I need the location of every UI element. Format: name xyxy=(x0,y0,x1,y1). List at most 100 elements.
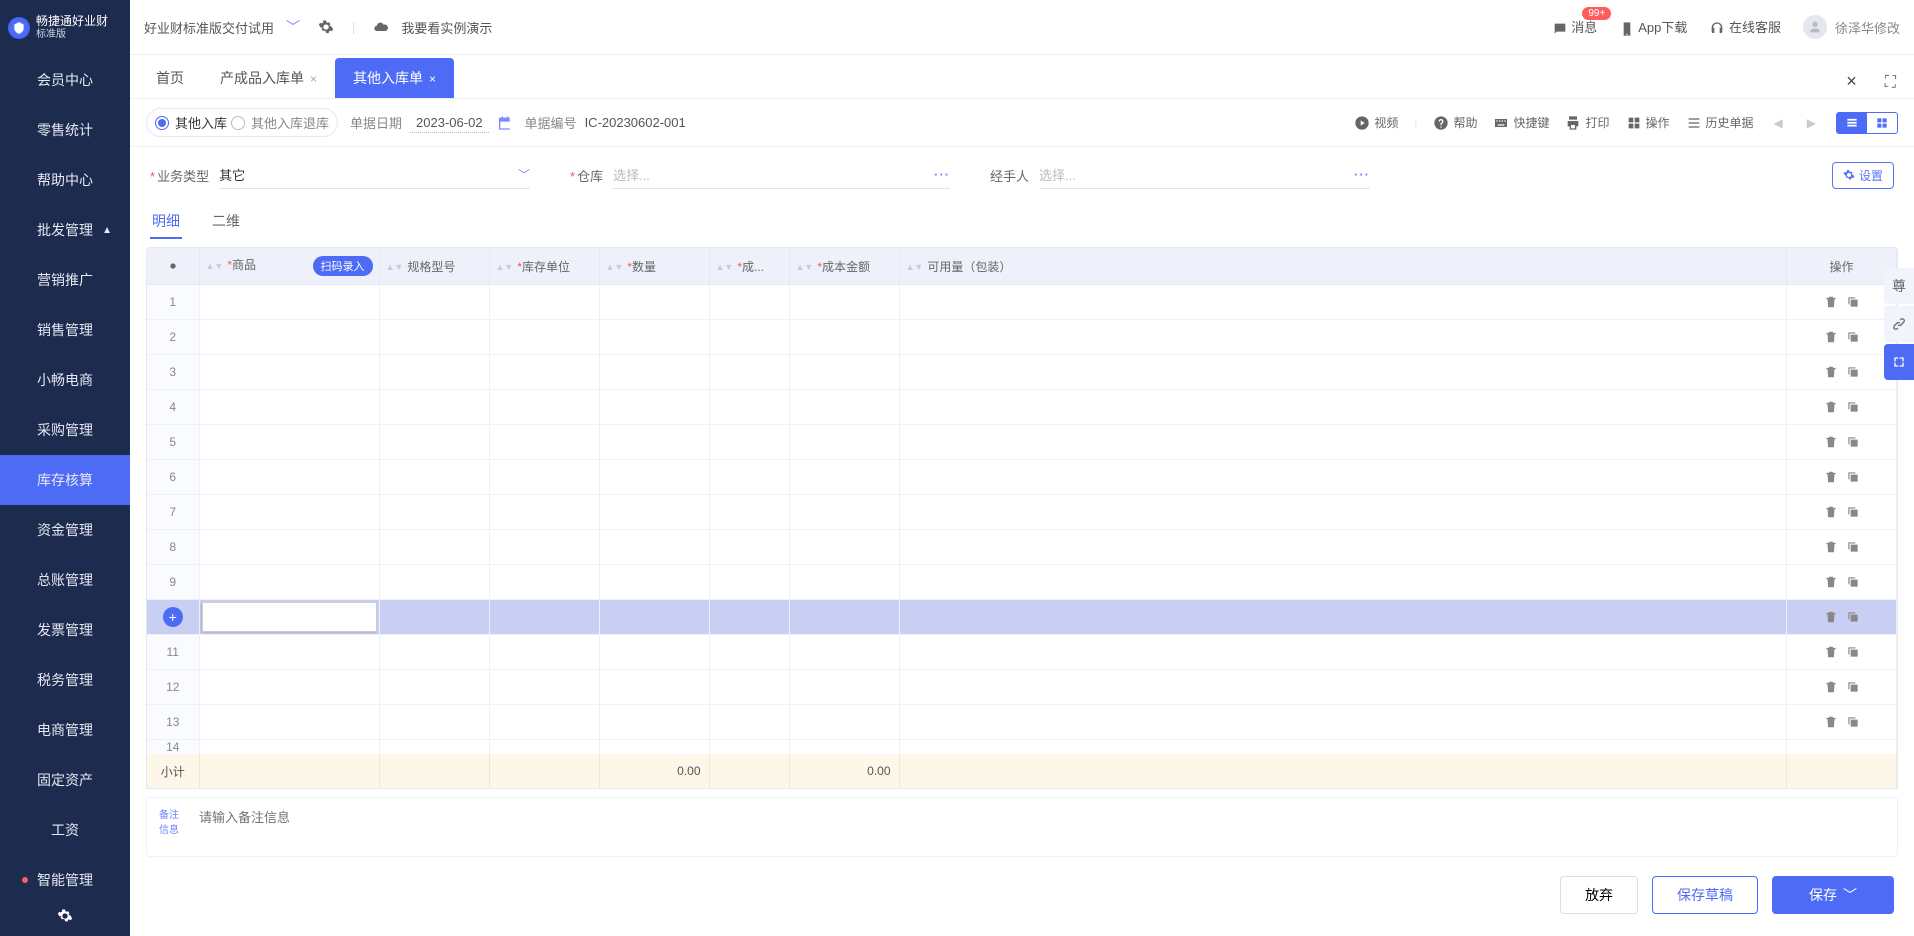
delete-icon[interactable] xyxy=(1824,575,1838,589)
table-row[interactable]: 2 xyxy=(147,320,1897,355)
biz-type-field[interactable]: *业务类型 其它﹀ xyxy=(150,161,530,189)
sidebar-item[interactable]: 帮助中心 xyxy=(0,155,130,205)
copy-icon[interactable] xyxy=(1846,610,1860,624)
copy-icon[interactable] xyxy=(1846,540,1860,554)
settings-button[interactable]: 设置 xyxy=(1832,162,1894,189)
scan-button[interactable]: 扫码录入 xyxy=(313,256,373,276)
sidebar-item[interactable]: 营销推广 xyxy=(0,255,130,305)
sidebar-item[interactable]: 发票管理 xyxy=(0,605,130,655)
sidebar-item[interactable]: 智能管理 xyxy=(0,855,130,896)
delete-icon[interactable] xyxy=(1824,330,1838,344)
save-button[interactable]: 保存﹀ xyxy=(1772,876,1894,914)
sidebar-item[interactable]: 总账管理 xyxy=(0,555,130,605)
copy-icon[interactable] xyxy=(1846,365,1860,379)
table-row[interactable]: 8 xyxy=(147,530,1897,565)
close-all-icon[interactable]: × xyxy=(1834,65,1869,98)
copy-icon[interactable] xyxy=(1846,505,1860,519)
copy-icon[interactable] xyxy=(1846,470,1860,484)
col-qty[interactable]: ▲▼*数量 xyxy=(599,248,709,285)
help-button[interactable]: 帮助 xyxy=(1433,114,1477,131)
copy-icon[interactable] xyxy=(1846,400,1860,414)
table-row[interactable]: 5 xyxy=(147,425,1897,460)
context-selector[interactable]: 好业财标准版交付试用 ﹀ xyxy=(144,17,300,37)
col-unit[interactable]: ▲▼*库存单位 xyxy=(489,248,599,285)
action-button[interactable]: 操作 xyxy=(1626,114,1670,131)
copy-icon[interactable] xyxy=(1846,575,1860,589)
col-spec[interactable]: ▲▼规格型号 xyxy=(379,248,489,285)
delete-icon[interactable] xyxy=(1824,645,1838,659)
sidebar-item[interactable]: 会员中心 xyxy=(0,55,130,105)
col-goods[interactable]: ▲▼*商品扫码录入 xyxy=(199,248,379,285)
shortcut-button[interactable]: 快捷键 xyxy=(1493,114,1549,131)
delete-icon[interactable] xyxy=(1824,470,1838,484)
delete-icon[interactable] xyxy=(1824,400,1838,414)
tab-finished-goods[interactable]: 产成品入库单× xyxy=(202,58,335,98)
delete-icon[interactable] xyxy=(1824,540,1838,554)
sidebar-item[interactable]: 库存核算 xyxy=(0,455,130,505)
more-icon[interactable]: ··· xyxy=(934,167,950,182)
gear-icon[interactable] xyxy=(318,19,334,35)
sidebar-item[interactable]: 零售统计 xyxy=(0,105,130,155)
sidebar-item[interactable]: 资金管理 xyxy=(0,505,130,555)
sidebar-item[interactable]: 电商管理 xyxy=(0,705,130,755)
table-row[interactable]: 14 xyxy=(147,740,1897,755)
add-row-icon[interactable]: + xyxy=(163,607,183,627)
table-row[interactable]: 4 xyxy=(147,390,1897,425)
sidebar-item[interactable]: 工资 xyxy=(0,805,130,855)
delete-icon[interactable] xyxy=(1824,435,1838,449)
dtab-qr[interactable]: 二维 xyxy=(210,205,242,239)
next-icon[interactable]: ▶ xyxy=(1803,116,1820,130)
copy-icon[interactable] xyxy=(1846,295,1860,309)
memo-input[interactable] xyxy=(199,806,1885,825)
col-avail[interactable]: ▲▼可用量（包装） xyxy=(899,248,1787,285)
table-row[interactable]: + xyxy=(147,600,1897,635)
tab-home[interactable]: 首页 xyxy=(138,58,202,98)
table-row[interactable]: 7 xyxy=(147,495,1897,530)
col-gear[interactable] xyxy=(147,248,199,285)
sidebar-item[interactable]: 固定资产 xyxy=(0,755,130,805)
user-menu[interactable]: 徐泽华修改 xyxy=(1803,15,1900,39)
table-row[interactable]: 9 xyxy=(147,565,1897,600)
message-link[interactable]: 消息 99+ xyxy=(1552,17,1598,37)
video-button[interactable]: 视频 xyxy=(1354,114,1398,131)
sidebar-item[interactable]: 采购管理 xyxy=(0,405,130,455)
copy-icon[interactable] xyxy=(1846,715,1860,729)
delete-icon[interactable] xyxy=(1824,365,1838,379)
prev-icon[interactable]: ◀ xyxy=(1770,116,1787,130)
copy-icon[interactable] xyxy=(1846,680,1860,694)
table-row[interactable]: 6 xyxy=(147,460,1897,495)
close-icon[interactable]: × xyxy=(310,72,317,86)
service-link[interactable]: 在线客服 xyxy=(1709,17,1781,37)
sidebar-settings[interactable] xyxy=(0,896,130,936)
save-draft-button[interactable]: 保存草稿 xyxy=(1652,876,1758,914)
delete-icon[interactable] xyxy=(1824,715,1838,729)
copy-icon[interactable] xyxy=(1846,330,1860,344)
tab-other-in[interactable]: 其他入库单× xyxy=(335,58,454,98)
goods-input[interactable] xyxy=(202,602,377,632)
float-expand-icon[interactable] xyxy=(1884,344,1914,380)
app-download-link[interactable]: App下载 xyxy=(1619,17,1687,37)
copy-icon[interactable] xyxy=(1846,645,1860,659)
radio-in[interactable]: 其他入库 xyxy=(155,113,227,132)
col-amount[interactable]: ▲▼*成本金额 xyxy=(789,248,899,285)
warehouse-field[interactable]: *仓库 选择...··· xyxy=(570,161,950,189)
view-form-icon[interactable] xyxy=(1837,113,1867,133)
sidebar-item[interactable]: 税务管理 xyxy=(0,655,130,705)
discard-button[interactable]: 放弃 xyxy=(1560,876,1638,914)
demo-link[interactable]: 我要看实例演示 xyxy=(373,18,492,37)
radio-return[interactable]: 其他入库退库 xyxy=(231,113,329,132)
view-card-icon[interactable] xyxy=(1867,113,1897,133)
fullscreen-icon[interactable]: ⛶ xyxy=(1875,68,1906,98)
table-row[interactable]: 1 xyxy=(147,285,1897,320)
print-button[interactable]: 打印 xyxy=(1565,114,1609,131)
delete-icon[interactable] xyxy=(1824,505,1838,519)
table-row[interactable]: 3 xyxy=(147,355,1897,390)
operator-field[interactable]: 经手人 选择...··· xyxy=(990,161,1370,189)
table-row[interactable]: 11 xyxy=(147,635,1897,670)
close-icon[interactable]: × xyxy=(429,72,436,86)
copy-icon[interactable] xyxy=(1846,435,1860,449)
delete-icon[interactable] xyxy=(1824,610,1838,624)
table-row[interactable]: 13 xyxy=(147,705,1897,740)
history-button[interactable]: 历史单据 xyxy=(1686,114,1754,131)
float-link-icon[interactable] xyxy=(1884,306,1914,342)
